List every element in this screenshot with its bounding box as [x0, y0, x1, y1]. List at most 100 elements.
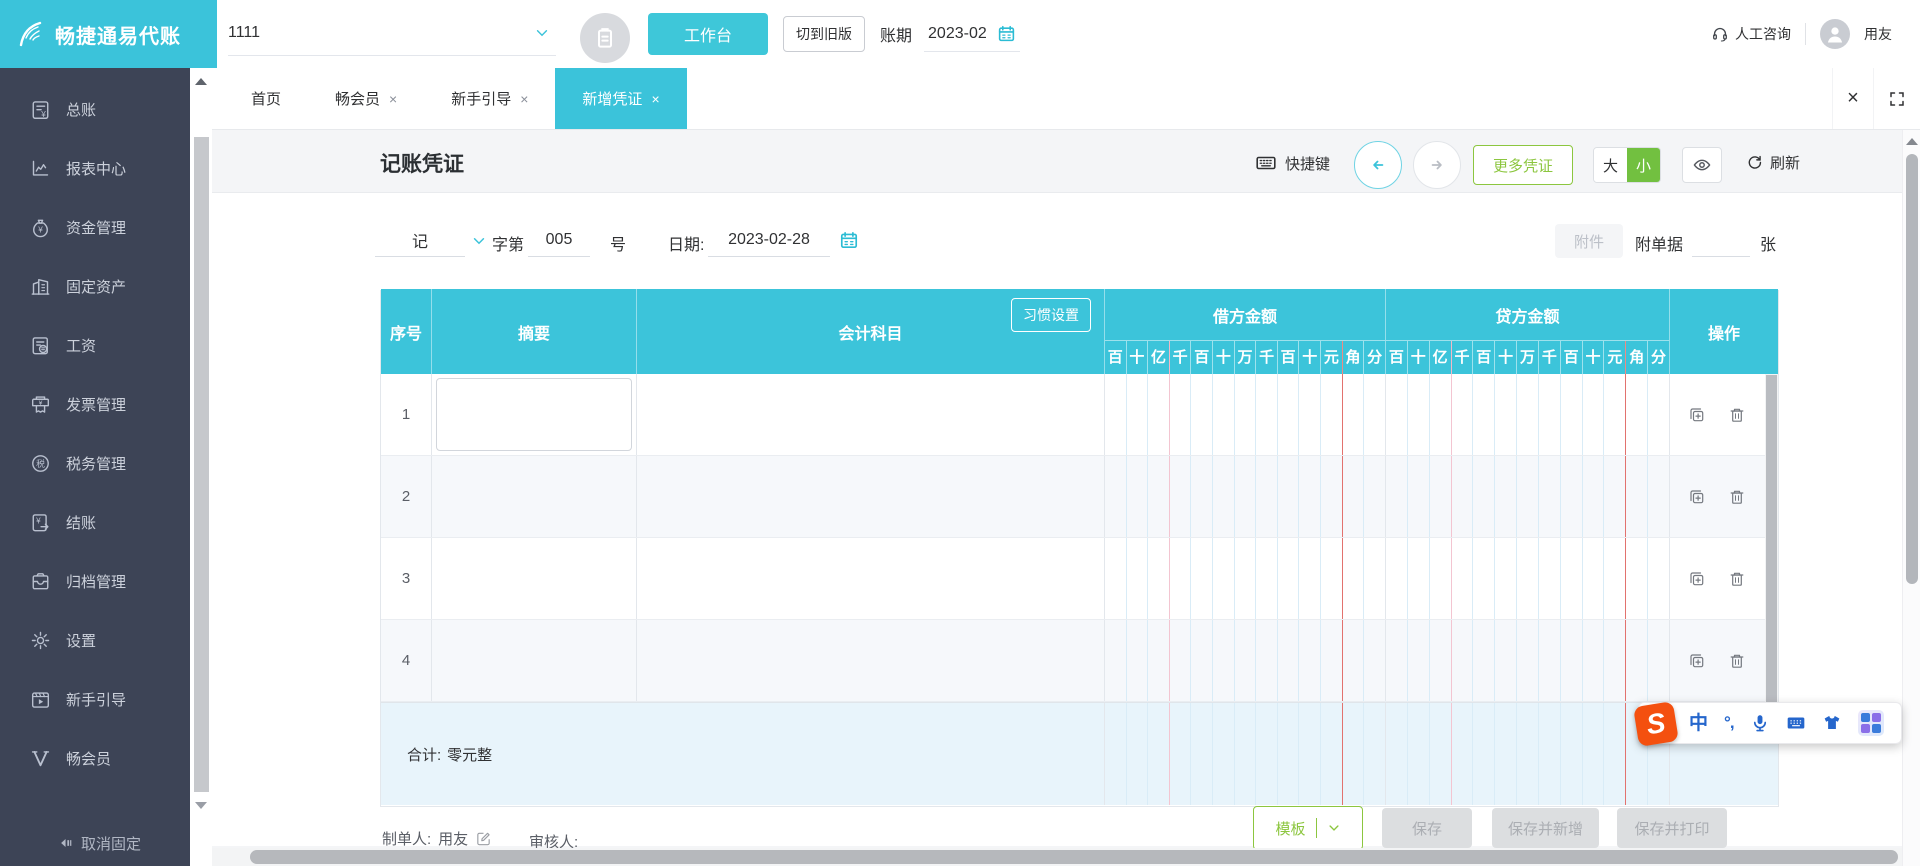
delete-row-icon[interactable] — [1728, 488, 1746, 506]
close-all-tabs-button[interactable]: × — [1832, 68, 1873, 129]
tab-close-icon[interactable]: × — [651, 91, 659, 107]
workbench-button[interactable]: 工作台 — [648, 13, 768, 55]
switch-old-version-button[interactable]: 切到旧版 — [783, 16, 865, 52]
tab-畅会员[interactable]: 畅会员 × — [308, 68, 424, 129]
sidebar-item-reports[interactable]: 报表中心 — [0, 139, 190, 198]
sidebar-item-closing[interactable]: ¥ 结账 — [0, 493, 190, 552]
username[interactable]: 用友 — [1864, 24, 1892, 44]
workbench-clipboard-icon[interactable] — [580, 13, 630, 63]
sidebar-item-guide[interactable]: 新手引导 — [0, 670, 190, 729]
unpin-sidebar-button[interactable]: 取消固定 — [0, 820, 190, 866]
live-support-link[interactable]: 人工咨询 — [1711, 24, 1791, 44]
save-and-new-button[interactable]: 保存并新增 — [1492, 808, 1599, 848]
sidebar-item-member[interactable]: 畅会员 — [0, 729, 190, 788]
size-large-option[interactable]: 大 — [1594, 148, 1627, 182]
skin-shirt-icon[interactable] — [1822, 713, 1842, 733]
digit-cell — [1148, 703, 1170, 805]
sidebar-item-ledger[interactable]: ¥ 总账 — [0, 80, 190, 139]
size-small-option[interactable]: 小 — [1627, 148, 1660, 182]
attachment-count-field[interactable] — [1692, 223, 1750, 257]
previous-voucher-button[interactable] — [1354, 141, 1402, 189]
summary-cell[interactable] — [432, 374, 637, 455]
vertical-scrollbar-thumb[interactable] — [1906, 154, 1918, 584]
credit-cell[interactable] — [1386, 538, 1670, 619]
credit-cell[interactable] — [1386, 374, 1670, 455]
tab-label: 新增凭证 — [582, 91, 643, 108]
account-select[interactable]: 1111 — [228, 10, 556, 56]
sidebar-item-salary[interactable]: 工资 — [0, 316, 190, 375]
fullscreen-button[interactable] — [1873, 68, 1920, 129]
copy-row-icon[interactable] — [1688, 488, 1706, 506]
tab-新手引导[interactable]: 新手引导 × — [424, 68, 555, 129]
sidebar-item-archive[interactable]: 归档管理 — [0, 552, 190, 611]
delete-row-icon[interactable] — [1728, 406, 1746, 424]
template-button[interactable]: 模板 — [1253, 806, 1363, 850]
delete-row-icon[interactable] — [1728, 570, 1746, 588]
ime-language-mode[interactable]: 中 — [1689, 714, 1708, 733]
horizontal-scrollbar-thumb[interactable] — [250, 850, 1898, 864]
user-avatar[interactable] — [1820, 19, 1850, 49]
voucher-word-field[interactable]: 记 — [375, 223, 465, 257]
microphone-icon[interactable] — [1750, 713, 1770, 733]
credit-cell[interactable] — [1386, 620, 1670, 701]
copy-row-icon[interactable] — [1688, 652, 1706, 670]
summary-cell[interactable] — [432, 620, 637, 701]
tab-新增凭证[interactable]: 新增凭证 × — [555, 68, 687, 129]
sidebar-item-tax[interactable]: 税 税务管理 — [0, 434, 190, 493]
account-cell[interactable] — [637, 374, 1105, 455]
sogou-logo-icon[interactable]: S — [1633, 701, 1679, 747]
account-cell[interactable] — [637, 456, 1105, 537]
account-cell[interactable] — [637, 538, 1105, 619]
refresh-button[interactable]: 刷新 — [1746, 152, 1800, 173]
save-and-print-button[interactable]: 保存并打印 — [1617, 808, 1727, 848]
more-vouchers-button[interactable]: 更多凭证 — [1473, 145, 1573, 185]
shortcuts-button[interactable]: 快捷键 — [1255, 152, 1330, 174]
voucher-date-field[interactable]: 2023-02-28 — [708, 223, 830, 257]
debit-cell[interactable] — [1105, 456, 1386, 537]
summary-cell[interactable] — [432, 456, 637, 537]
sidebar-item-funds[interactable]: ¥ 资金管理 — [0, 198, 190, 257]
sidebar-scrollbar[interactable] — [190, 68, 212, 866]
calendar-icon[interactable] — [839, 230, 859, 250]
edit-icon[interactable] — [475, 830, 492, 847]
copy-row-icon[interactable] — [1688, 570, 1706, 588]
voucher-number-field[interactable]: 005 — [528, 223, 590, 257]
tab-close-icon[interactable]: × — [520, 91, 528, 107]
debit-cell[interactable] — [1105, 620, 1386, 701]
save-button[interactable]: 保存 — [1382, 808, 1472, 848]
size-toggle[interactable]: 大 小 — [1593, 147, 1661, 183]
horizontal-scrollbar[interactable] — [212, 848, 1902, 866]
debit-cell[interactable] — [1105, 374, 1386, 455]
summary-cell[interactable] — [432, 538, 637, 619]
period-field[interactable]: 2023-02 — [924, 16, 1020, 52]
account-cell[interactable] — [637, 620, 1105, 701]
attachment-button[interactable]: 附件 — [1555, 224, 1623, 258]
calendar-icon[interactable] — [997, 24, 1016, 43]
chevron-down-icon[interactable] — [1327, 821, 1341, 835]
credit-cell[interactable] — [1386, 456, 1670, 537]
sidebar-item-settings[interactable]: 设置 — [0, 611, 190, 670]
debit-cell[interactable] — [1105, 538, 1386, 619]
preview-button[interactable] — [1682, 147, 1722, 183]
soft-keyboard-icon[interactable] — [1786, 713, 1806, 733]
sidebar-scrollbar-thumb[interactable] — [194, 137, 209, 792]
ime-punctuation-icon[interactable]: °, — [1724, 713, 1734, 733]
vertical-scrollbar[interactable] — [1902, 130, 1920, 866]
summary-input[interactable] — [436, 378, 632, 451]
copy-row-icon[interactable] — [1688, 406, 1706, 424]
scroll-up-icon[interactable] — [195, 78, 207, 85]
sidebar-item-invoice[interactable]: ¥ 发票管理 — [0, 375, 190, 434]
table-scrollbar-thumb[interactable] — [1766, 375, 1777, 702]
digit-cell — [1170, 538, 1192, 619]
chevron-down-icon[interactable] — [471, 233, 487, 249]
habit-settings-button[interactable]: 习惯设置 — [1011, 298, 1091, 332]
ime-toolbox-icon[interactable] — [1857, 710, 1884, 736]
delete-row-icon[interactable] — [1728, 652, 1746, 670]
scroll-up-icon[interactable] — [1906, 138, 1918, 145]
tab-首页[interactable]: 首页 — [224, 68, 308, 129]
sidebar-item-assets[interactable]: 固定资产 — [0, 257, 190, 316]
scroll-down-icon[interactable] — [195, 802, 207, 809]
next-voucher-button[interactable] — [1413, 141, 1461, 189]
table-scrollbar[interactable] — [1765, 374, 1778, 703]
tab-close-icon[interactable]: × — [389, 91, 397, 107]
